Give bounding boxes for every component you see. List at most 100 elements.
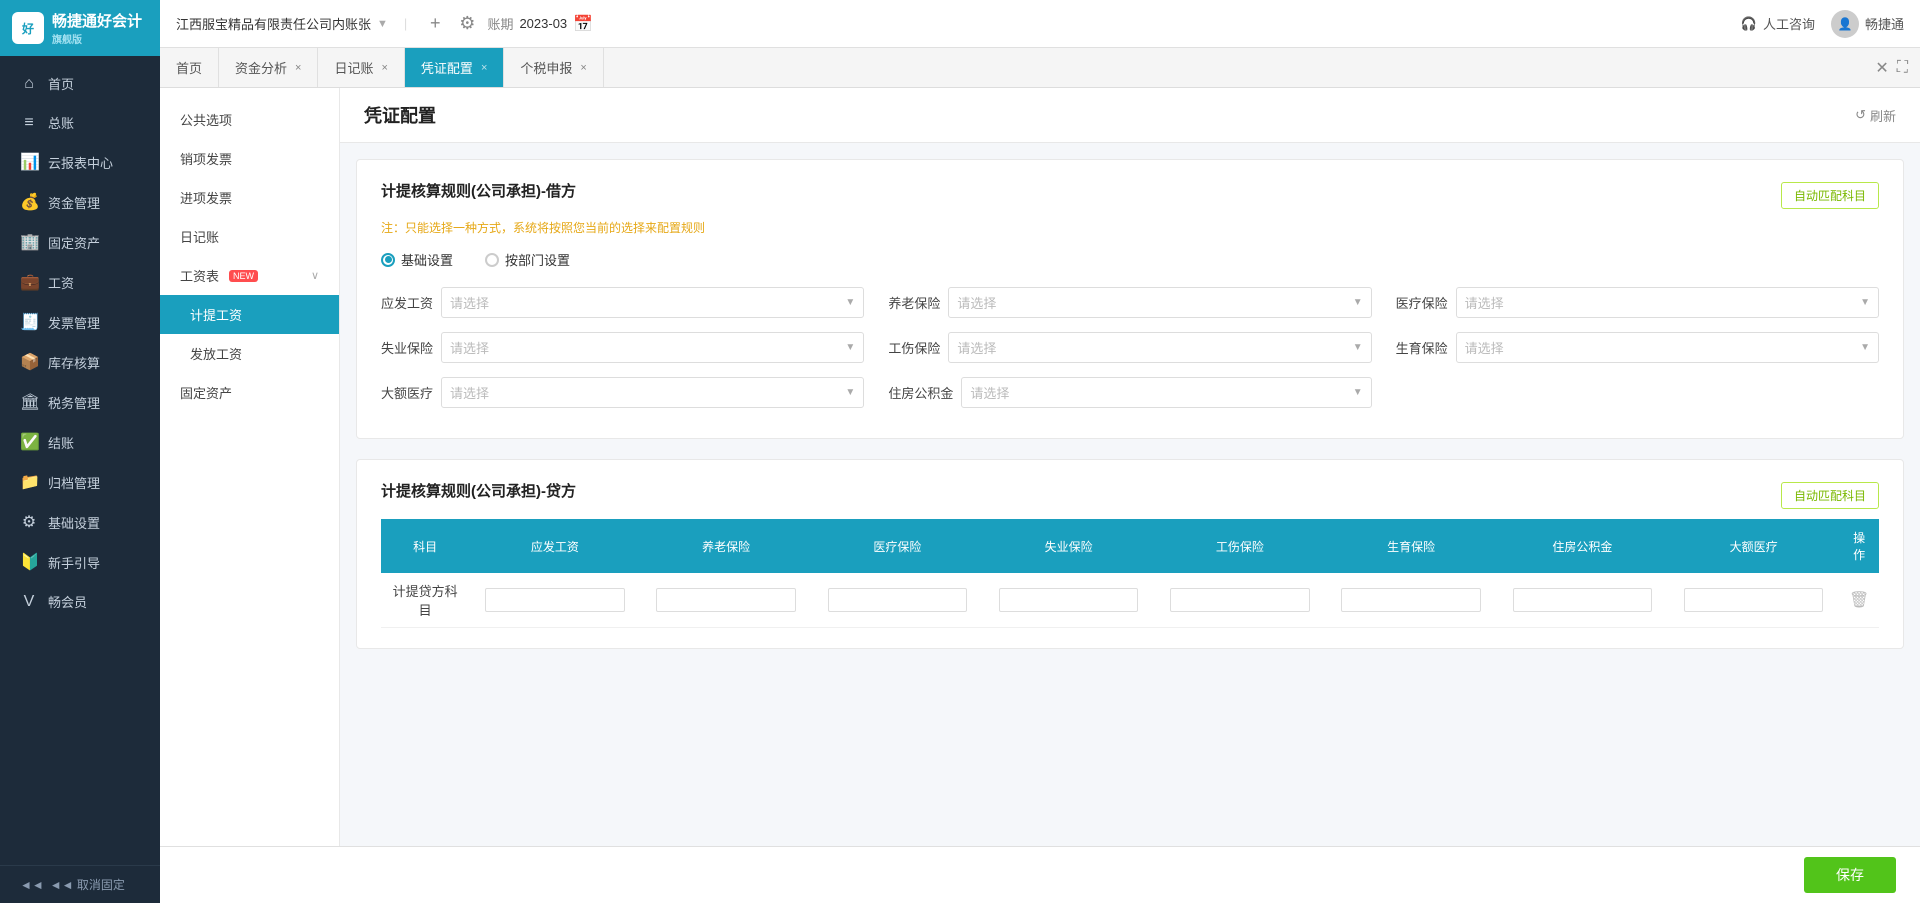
input-pension[interactable] bbox=[656, 588, 796, 612]
tab-close-icon[interactable]: × bbox=[381, 62, 387, 74]
sidebar-item-invoice[interactable]: 🧾 发票管理 bbox=[0, 302, 160, 342]
select-pension[interactable]: 请选择 ▼ bbox=[948, 287, 1371, 318]
left-nav-sales-invoice[interactable]: 销项发票 bbox=[160, 139, 339, 178]
th-subject: 科目 bbox=[381, 519, 469, 573]
tab-close-icon[interactable]: × bbox=[295, 62, 301, 74]
select-medical[interactable]: 请选择 ▼ bbox=[1456, 287, 1879, 318]
tab-label: 个税申报 bbox=[520, 58, 572, 77]
add-company-button[interactable]: + bbox=[423, 12, 447, 36]
sidebar-logo[interactable]: 好 畅捷通好会计 旗舰版 bbox=[0, 0, 160, 56]
field-label-pension: 养老保险 bbox=[888, 293, 940, 312]
td-delete[interactable]: 🗑 bbox=[1839, 573, 1879, 628]
sidebar-item-member[interactable]: V 畅会员 bbox=[0, 582, 160, 621]
sidebar-item-tax[interactable]: 🏛 税务管理 bbox=[0, 382, 160, 422]
radio-basic[interactable]: 基础设置 bbox=[381, 250, 453, 269]
chevron-down-icon: ▼ bbox=[1860, 297, 1870, 308]
td-gross-salary[interactable] bbox=[469, 573, 640, 628]
tab-voucher-config[interactable]: 凭证配置 × bbox=[405, 48, 504, 87]
chevron-down-icon: ▼ bbox=[845, 297, 855, 308]
select-housing-fund[interactable]: 请选择 ▼ bbox=[961, 377, 1371, 408]
logo-title: 畅捷通好会计 bbox=[52, 10, 142, 31]
delete-row-icon[interactable]: 🗑 bbox=[1849, 592, 1869, 609]
field-label-unemployment: 失业保险 bbox=[381, 338, 433, 357]
select-unemployment[interactable]: 请选择 ▼ bbox=[441, 332, 864, 363]
left-nav-salary-table[interactable]: 工资表 NEW ∨ bbox=[160, 256, 339, 295]
calendar-icon[interactable]: 📅 bbox=[573, 14, 593, 34]
input-gross-salary[interactable] bbox=[485, 588, 625, 612]
select-gross-salary[interactable]: 请选择 ▼ bbox=[441, 287, 864, 318]
td-maternity[interactable] bbox=[1326, 573, 1497, 628]
left-nav-purchase-invoice[interactable]: 进项发票 bbox=[160, 178, 339, 217]
expand-icon: ∨ bbox=[311, 269, 319, 282]
radio-by-dept[interactable]: 按部门设置 bbox=[485, 250, 570, 269]
pin-icon: ◄◄ bbox=[20, 878, 44, 892]
page-content: 公共选项 销项发票 进项发票 日记账 工资表 NEW ∨ 计提工资 bbox=[160, 88, 1920, 846]
td-work-injury[interactable] bbox=[1154, 573, 1325, 628]
td-pension[interactable] bbox=[641, 573, 812, 628]
select-work-injury[interactable]: 请选择 ▼ bbox=[948, 332, 1371, 363]
sidebar-item-guide[interactable]: 🔰 新手引导 bbox=[0, 542, 160, 582]
tab-close-icon[interactable]: × bbox=[481, 62, 487, 74]
left-nav-journal[interactable]: 日记账 bbox=[160, 217, 339, 256]
company-name: 江西服宝精品有限责任公司内账张 bbox=[176, 14, 371, 33]
tab-tax-report[interactable]: 个税申报 × bbox=[504, 48, 603, 87]
sidebar-item-inventory[interactable]: 📦 库存核算 bbox=[0, 342, 160, 382]
tab-close-icon[interactable]: × bbox=[580, 62, 586, 74]
period-selector[interactable]: 账期 2023-03 📅 bbox=[487, 14, 593, 34]
input-big-medical[interactable] bbox=[1684, 588, 1824, 612]
input-work-injury[interactable] bbox=[1170, 588, 1310, 612]
left-nav-calc-salary[interactable]: 计提工资 bbox=[160, 295, 339, 334]
form-item-unemployment: 失业保险 请选择 ▼ bbox=[381, 332, 864, 363]
nav-label: 计提工资 bbox=[190, 305, 242, 324]
sidebar-item-fixed-assets[interactable]: 🏢 固定资产 bbox=[0, 222, 160, 262]
td-unemployment[interactable] bbox=[983, 573, 1154, 628]
check-icon: ✅ bbox=[20, 432, 38, 452]
sidebar-item-salary[interactable]: 💼 工资 bbox=[0, 262, 160, 302]
sidebar-item-archive[interactable]: 📁 归档管理 bbox=[0, 462, 160, 502]
sidebar-item-checkout[interactable]: ✅ 结账 bbox=[0, 422, 160, 462]
td-medical[interactable] bbox=[812, 573, 983, 628]
fullscreen-button[interactable]: ⛶ bbox=[1897, 59, 1908, 77]
sidebar-item-home[interactable]: ⌂ 首页 bbox=[0, 64, 160, 103]
select-maternity[interactable]: 请选择 ▼ bbox=[1456, 332, 1879, 363]
select-big-medical[interactable]: 请选择 ▼ bbox=[441, 377, 864, 408]
sidebar-nav: ⌂ 首页 ≡ 总账 📊 云报表中心 💰 资金管理 🏢 固定资产 💼 工资 🧾 发… bbox=[0, 56, 160, 865]
tab-label: 首页 bbox=[176, 58, 202, 77]
tab-label: 资金分析 bbox=[235, 58, 287, 77]
tab-journal[interactable]: 日记账 × bbox=[318, 48, 404, 87]
close-tab-button[interactable]: ✕ bbox=[1875, 58, 1888, 78]
nav-label: 销项发票 bbox=[180, 149, 232, 168]
input-medical[interactable] bbox=[828, 588, 968, 612]
input-housing-fund[interactable] bbox=[1513, 588, 1653, 612]
radio-checked-icon bbox=[381, 253, 395, 267]
tab-home[interactable]: 首页 bbox=[160, 48, 219, 87]
input-unemployment[interactable] bbox=[999, 588, 1139, 612]
service-button[interactable]: 🎧 人工咨询 bbox=[1741, 14, 1815, 33]
credit-auto-match-button[interactable]: 自动匹配科目 bbox=[1781, 482, 1879, 509]
sidebar-item-label: 总账 bbox=[48, 113, 74, 132]
left-nav-fixed-assets[interactable]: 固定资产 bbox=[160, 373, 339, 412]
input-maternity[interactable] bbox=[1341, 588, 1481, 612]
company-selector[interactable]: 江西服宝精品有限责任公司内账张 ▼ bbox=[176, 14, 388, 33]
settings-button[interactable]: ⚙ bbox=[459, 13, 475, 34]
sidebar-item-fund-mgmt[interactable]: 💰 资金管理 bbox=[0, 182, 160, 222]
user-menu[interactable]: 👤 畅捷通 bbox=[1831, 10, 1904, 38]
debit-auto-match-button[interactable]: 自动匹配科目 bbox=[1781, 182, 1879, 209]
select-placeholder: 请选择 bbox=[957, 293, 996, 312]
left-nav-pay-salary[interactable]: 发放工资 bbox=[160, 334, 339, 373]
field-label-medical: 医疗保险 bbox=[1396, 293, 1448, 312]
radio-group: 基础设置 按部门设置 bbox=[381, 250, 1879, 269]
radio-label: 按部门设置 bbox=[505, 250, 570, 269]
sidebar-pin-toggle[interactable]: ◄◄ ◄◄ 取消固定 bbox=[0, 865, 160, 903]
sidebar-item-basic-settings[interactable]: ⚙ 基础设置 bbox=[0, 502, 160, 542]
td-housing-fund[interactable] bbox=[1497, 573, 1668, 628]
topbar: 江西服宝精品有限责任公司内账张 ▼ | + ⚙ 账期 2023-03 📅 🎧 人… bbox=[160, 0, 1920, 48]
td-big-medical[interactable] bbox=[1668, 573, 1839, 628]
refresh-button[interactable]: ↺ 刷新 bbox=[1855, 106, 1896, 125]
invoice-icon: 🧾 bbox=[20, 312, 38, 332]
left-nav-public-options[interactable]: 公共选项 bbox=[160, 100, 339, 139]
save-button[interactable]: 保存 bbox=[1804, 857, 1896, 893]
tab-fund-analysis[interactable]: 资金分析 × bbox=[219, 48, 318, 87]
sidebar-item-ledger[interactable]: ≡ 总账 bbox=[0, 103, 160, 142]
sidebar-item-cloud-report[interactable]: 📊 云报表中心 bbox=[0, 142, 160, 182]
